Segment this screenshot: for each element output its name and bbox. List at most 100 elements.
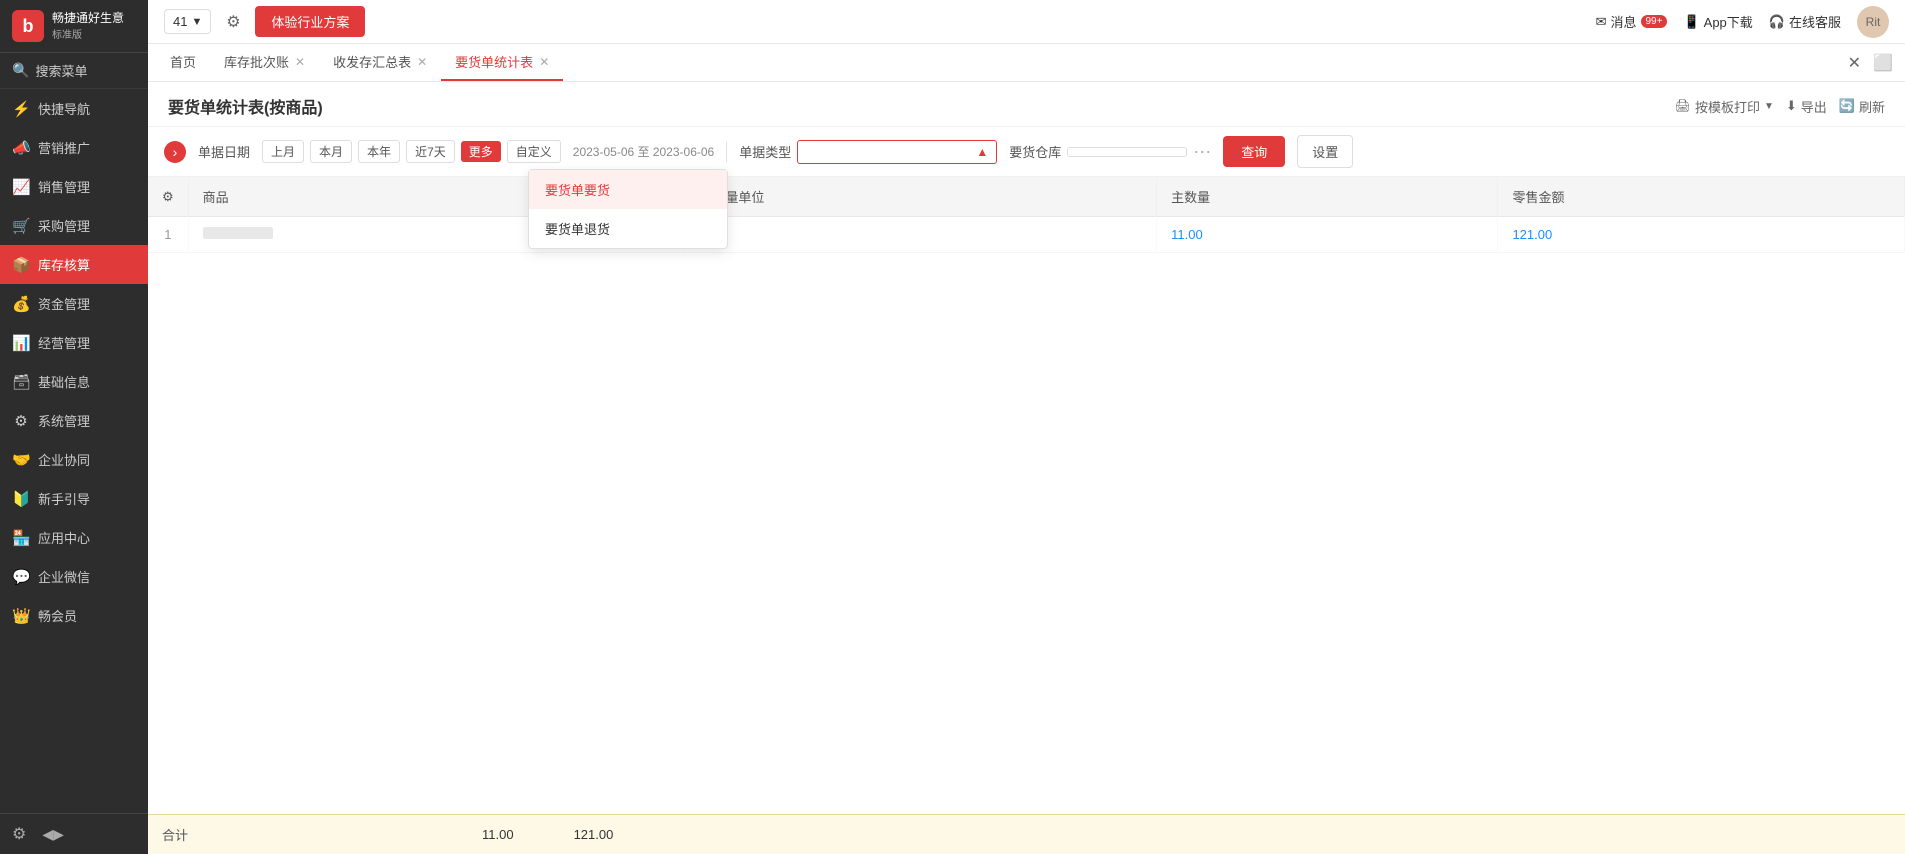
tab-order-stat-close[interactable]: ✕ xyxy=(539,55,549,69)
product-placeholder xyxy=(203,227,273,239)
tab-recv-summary-label: 收发存汇总表 xyxy=(333,52,411,71)
filter-bar: › 单据日期 上月 本月 本年 近7天 更多 自定义 2023-05-06 至 … xyxy=(148,126,1905,177)
sidebar-item-inventory[interactable]: 📦 库存核算 xyxy=(0,245,148,284)
sidebar-item-finance[interactable]: 💰 资金管理 xyxy=(0,284,148,323)
tab-recv-summary-close[interactable]: ✕ xyxy=(417,55,427,69)
sidebar-item-quick-nav[interactable]: ⚡ 快捷导航 xyxy=(0,89,148,128)
trial-industry-button[interactable]: 体验行业方案 xyxy=(255,6,365,37)
finance-icon: 💰 xyxy=(12,295,30,313)
main-area: 41 ▼ ⚙ 体验行业方案 ✉ 消息 99+ 📱 App下载 🎧 在线客服 Ri… xyxy=(148,0,1905,854)
dropdown-item-order-return[interactable]: 要货单退货 xyxy=(529,209,727,248)
service-label: 在线客服 xyxy=(1789,12,1841,31)
date-shortcuts: 上月 本月 本年 近7天 更多 自定义 xyxy=(262,140,561,163)
sales-icon: 📈 xyxy=(12,178,30,196)
sidebar-collapse-icon[interactable]: ◀▶ xyxy=(42,826,64,843)
store-selector[interactable]: 41 ▼ xyxy=(164,9,211,34)
app-subtitle: 标准版 xyxy=(52,26,124,41)
sidebar-item-system[interactable]: ⚙ 系统管理 xyxy=(0,401,148,440)
sidebar: b 畅捷通好生意 标准版 🔍 搜索菜单 ⚡ 快捷导航 📣 营销推广 📈 销售管理… xyxy=(0,0,148,854)
tab-inventory-batch-label: 库存批次账 xyxy=(224,52,289,71)
cell-no: 1 xyxy=(148,217,188,253)
avatar-text: Rit xyxy=(1866,15,1881,29)
col-amount: 零售金额 xyxy=(1498,177,1905,217)
search-menu[interactable]: 🔍 搜索菜单 xyxy=(0,53,148,89)
sidebar-item-label: 资金管理 xyxy=(38,294,90,313)
refresh-button[interactable]: 🔄 刷新 xyxy=(1839,97,1885,116)
warehouse-filter-select[interactable] xyxy=(1067,147,1187,157)
sidebar-item-purchase[interactable]: 🛒 采购管理 xyxy=(0,206,148,245)
sidebar-item-marketing[interactable]: 📣 营销推广 xyxy=(0,128,148,167)
sidebar-item-label: 库存核算 xyxy=(38,255,90,274)
marketing-icon: 📣 xyxy=(12,139,30,157)
date-btn-last-7[interactable]: 近7天 xyxy=(406,140,455,163)
online-service-button[interactable]: 🎧 在线客服 xyxy=(1769,12,1841,31)
sidebar-item-label: 经营管理 xyxy=(38,333,90,352)
dropdown-item-order-goods[interactable]: 要货单要货 xyxy=(529,170,727,209)
table-wrap: ⚙ 商品 主计量单位 主数量 零售金额 xyxy=(148,177,1905,814)
print-chevron-icon: ▼ xyxy=(1764,101,1774,112)
cell-amount[interactable]: 121.00 xyxy=(1498,217,1905,253)
sidebar-item-member[interactable]: 👑 畅会员 xyxy=(0,596,148,635)
topbar: 41 ▼ ⚙ 体验行业方案 ✉ 消息 99+ 📱 App下载 🎧 在线客服 Ri… xyxy=(148,0,1905,44)
sidebar-item-collab[interactable]: 🤝 企业协同 xyxy=(0,440,148,479)
filter-expand-button[interactable]: › xyxy=(164,141,186,163)
message-label: 消息 xyxy=(1610,12,1636,31)
export-icon: ⬇ xyxy=(1786,98,1797,114)
tab-inventory-batch-close[interactable]: ✕ xyxy=(295,55,305,69)
topbar-left: 41 ▼ ⚙ 体验行业方案 xyxy=(164,6,1584,37)
tab-home[interactable]: 首页 xyxy=(156,44,210,81)
date-btn-more[interactable]: 更多 xyxy=(461,141,501,162)
appstore-icon: 🏪 xyxy=(12,529,30,547)
date-filter-label: 单据日期 xyxy=(198,142,250,161)
page-content: 要货单统计表(按商品) 🖨 按模板打印 ▼ ⬇ 导出 🔄 刷新 › xyxy=(148,82,1905,854)
page-actions: 🖨 按模板打印 ▼ ⬇ 导出 🔄 刷新 xyxy=(1674,97,1885,116)
sidebar-item-sales[interactable]: 📈 销售管理 xyxy=(0,167,148,206)
refresh-label: 刷新 xyxy=(1859,97,1885,116)
purchase-icon: 🛒 xyxy=(12,217,30,235)
export-label: 导出 xyxy=(1801,97,1827,116)
print-button[interactable]: 🖨 按模板打印 ▼ xyxy=(1674,97,1773,116)
date-btn-this-month[interactable]: 本月 xyxy=(310,140,352,163)
sidebar-nav: ⚡ 快捷导航 📣 营销推广 📈 销售管理 🛒 采购管理 📦 库存核算 💰 资金管… xyxy=(0,89,148,813)
tab-order-stat[interactable]: 要货单统计表 ✕ xyxy=(441,44,563,81)
tab-home-label: 首页 xyxy=(170,52,196,71)
headset-icon: 🎧 xyxy=(1769,14,1785,30)
col-unit: 主计量单位 xyxy=(685,177,1157,217)
filter-divider xyxy=(726,142,727,162)
user-avatar[interactable]: Rit xyxy=(1857,6,1889,38)
sidebar-item-basic[interactable]: 🗃 基础信息 xyxy=(0,362,148,401)
type-chevron-up-icon: ▲ xyxy=(976,145,988,159)
settings-button[interactable]: 设置 xyxy=(1297,135,1353,168)
basic-icon: 🗃 xyxy=(12,373,30,391)
tab-inventory-batch[interactable]: 库存批次账 ✕ xyxy=(210,44,319,81)
app-download-button[interactable]: 📱 App下载 xyxy=(1683,12,1752,31)
table-header-row: ⚙ 商品 主计量单位 主数量 零售金额 xyxy=(148,177,1905,217)
warehouse-filter-label: 要货仓库 xyxy=(1009,142,1061,161)
settings-icon[interactable]: ⚙ xyxy=(12,824,26,844)
date-btn-custom[interactable]: 自定义 xyxy=(507,140,561,163)
sidebar-item-wechat[interactable]: 💬 企业微信 xyxy=(0,557,148,596)
sidebar-item-appstore[interactable]: 🏪 应用中心 xyxy=(0,518,148,557)
export-button[interactable]: ⬇ 导出 xyxy=(1786,97,1827,116)
guide-icon: 🔰 xyxy=(12,490,30,508)
col-settings[interactable]: ⚙ xyxy=(148,177,188,217)
topbar-settings-button[interactable]: ⚙ xyxy=(219,8,247,36)
messages-button[interactable]: ✉ 消息 99+ xyxy=(1596,12,1668,31)
type-filter-select[interactable]: ▲ xyxy=(797,140,997,164)
sidebar-item-ops[interactable]: 📊 经营管理 xyxy=(0,323,148,362)
date-btn-this-year[interactable]: 本年 xyxy=(358,140,400,163)
quick-nav-icon: ⚡ xyxy=(12,100,30,118)
sidebar-item-guide[interactable]: 🔰 新手引导 xyxy=(0,479,148,518)
date-btn-last-month[interactable]: 上月 xyxy=(262,140,304,163)
query-button[interactable]: 查询 xyxy=(1223,136,1285,167)
tab-maximize-button[interactable]: ⬜ xyxy=(1869,51,1897,75)
type-dropdown-menu: 要货单要货 要货单退货 xyxy=(528,169,728,249)
table-footer: 合计 11.00 121.00 xyxy=(148,814,1905,854)
warehouse-more-icon[interactable]: ··· xyxy=(1193,141,1211,162)
cell-qty[interactable]: 11.00 xyxy=(1157,217,1498,253)
tab-close-all-button[interactable]: ✕ xyxy=(1844,51,1865,75)
message-badge: 99+ xyxy=(1641,15,1668,28)
tab-recv-summary[interactable]: 收发存汇总表 ✕ xyxy=(319,44,441,81)
sidebar-item-label: 营销推广 xyxy=(38,138,90,157)
sidebar-item-label: 采购管理 xyxy=(38,216,90,235)
